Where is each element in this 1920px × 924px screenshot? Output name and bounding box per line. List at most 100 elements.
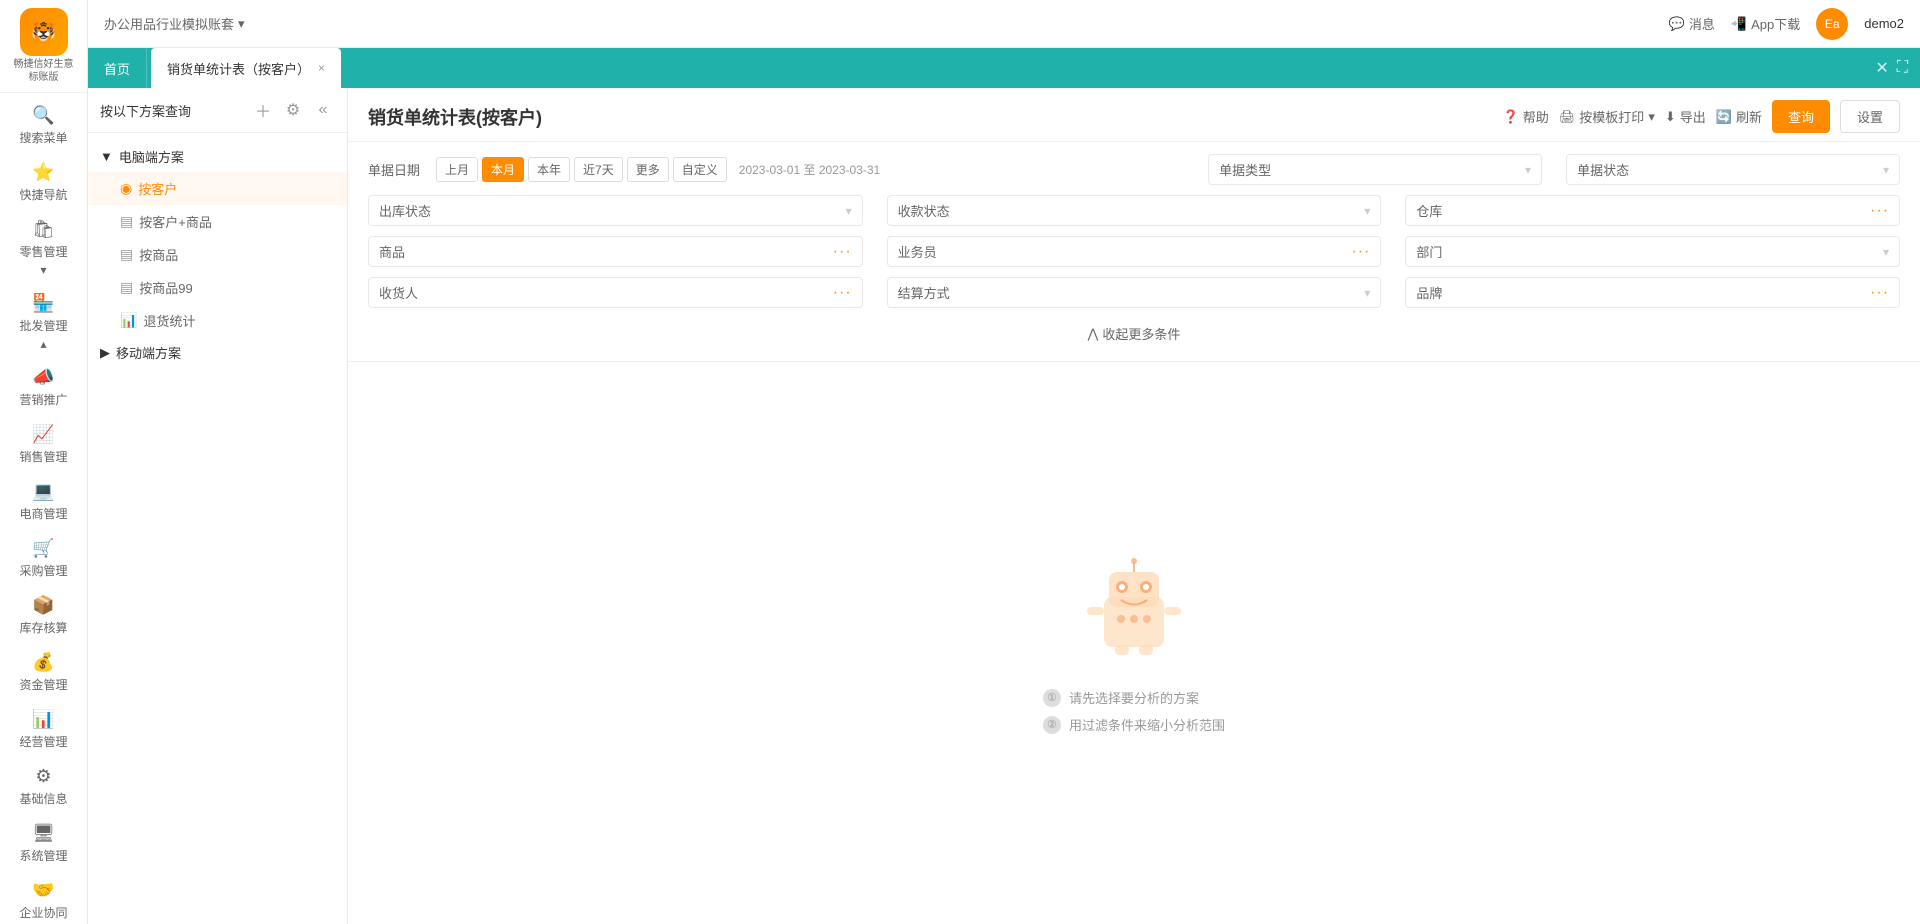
dept-filter[interactable]: 部门 ▾ (1405, 236, 1900, 267)
tree-item-by-goods-99[interactable]: ▤ 按商品99 (88, 271, 347, 304)
refresh-label: 刷新 (1736, 107, 1762, 126)
collapse-panel-button[interactable]: « (311, 98, 335, 122)
finance-icon: 💰 (32, 652, 54, 673)
tree-item-by-customer-goods[interactable]: ▤ 按客户+商品 (88, 205, 347, 238)
sidebar-item-inventory-label: 库存核算 (19, 619, 67, 636)
search-icon: 🔍 (32, 105, 54, 126)
refresh-button[interactable]: 🔄 刷新 (1716, 100, 1762, 133)
left-panel-actions: ＋ ⚙ « (251, 98, 335, 122)
tree-item-return[interactable]: 📊 退货统计 (88, 304, 347, 337)
sidebar-item-quick[interactable]: ⭐ 快捷导航 (0, 154, 87, 211)
brand-filter[interactable]: 品牌 ··· (1405, 277, 1900, 308)
date-btn-this-year[interactable]: 本年 (528, 157, 570, 182)
consignee-label: 收货人 (379, 283, 418, 302)
export-button[interactable]: ⬇ 导出 (1665, 100, 1706, 133)
corp-icon: 🤝 (32, 880, 54, 901)
date-range-display: 2023-03-01 至 2023-03-31 (739, 161, 880, 178)
tab-active[interactable]: 销货单统计表（按客户） × (151, 48, 341, 88)
settings-button[interactable]: 设置 (1840, 100, 1900, 133)
out-status-filter[interactable]: 出库状态 ▾ (368, 195, 863, 226)
empty-state: ① 请先选择要分析的方案 ② 用过滤条件来缩小分析范围 (348, 362, 1920, 924)
sidebar-item-basic[interactable]: ⚙ 基础信息 (0, 758, 87, 815)
logo-subtext: 标账版 (29, 71, 59, 84)
left-panel-title: 按以下方案查询 (100, 101, 245, 120)
date-btn-more[interactable]: 更多 (627, 157, 669, 182)
sidebar-item-finance-label: 资金管理 (19, 676, 67, 693)
doc-status-filter[interactable]: 单据状态 ▾ (1566, 154, 1900, 185)
query-button[interactable]: 查询 (1772, 100, 1830, 133)
by-customer-icon: ◉ (120, 180, 132, 197)
industry-select[interactable]: 办公用品行业模拟账套 ▾ (104, 14, 245, 33)
doc-status-label: 单据状态 (1577, 160, 1629, 179)
template-print-button[interactable]: 🖨 按模板打印 ▾ (1559, 100, 1655, 133)
doc-type-filter[interactable]: 单据类型 ▾ (1208, 154, 1542, 185)
message-button[interactable]: 💬 消息 (1669, 14, 1715, 33)
edit-plan-button[interactable]: ⚙ (281, 98, 305, 122)
tab-home[interactable]: 首页 (88, 48, 147, 88)
sidebar-item-ecommerce-label: 电商管理 (19, 505, 67, 522)
date-btn-last-month[interactable]: 上月 (436, 157, 478, 182)
dept-label: 部门 (1416, 242, 1442, 261)
sidebar-item-marketing[interactable]: 📣 营销推广 (0, 359, 87, 416)
sidebar-item-basic-label: 基础信息 (19, 790, 67, 807)
tab-close-button[interactable]: × (318, 61, 325, 75)
tree-item-by-customer[interactable]: ◉ 按客户 (88, 172, 347, 205)
settlement-filter[interactable]: 结算方式 ▾ (887, 277, 1382, 308)
date-btn-7days[interactable]: 近7天 (574, 157, 623, 182)
minimize-button[interactable]: ✕ (1875, 58, 1888, 78)
collapse-up-icon: ⋀ (1088, 326, 1099, 342)
logo-area[interactable]: 🐯 畅捷信好生意 标账版 (0, 0, 87, 93)
sidebar-item-business-label: 经营管理 (19, 733, 67, 750)
warehouse-label: 仓库 (1416, 201, 1442, 220)
warehouse-dots[interactable]: ··· (1870, 202, 1889, 220)
app-download-button[interactable]: 📲 App下载 (1731, 14, 1800, 33)
industry-label: 办公用品行业模拟账套 (104, 14, 234, 33)
warehouse-filter[interactable]: 仓库 ··· (1405, 195, 1900, 226)
mobile-group-header[interactable]: ▶ 移动端方案 (88, 337, 347, 368)
sidebar-item-ecommerce[interactable]: 💻 电商管理 (0, 473, 87, 530)
add-plan-button[interactable]: ＋ (251, 98, 275, 122)
industry-arrow-icon: ▾ (238, 16, 245, 32)
empty-hint-1: ① 请先选择要分析的方案 (1043, 688, 1225, 707)
goods-filter[interactable]: 商品 ··· (368, 236, 863, 267)
consignee-dots[interactable]: ··· (833, 284, 852, 302)
tree-item-by-customer-label: 按客户 (138, 179, 177, 198)
user-avatar[interactable]: Ea (1816, 8, 1848, 40)
consignee-filter[interactable]: 收货人 ··· (368, 277, 863, 308)
receive-status-filter[interactable]: 收款状态 ▾ (887, 195, 1382, 226)
help-icon: ❓ (1503, 109, 1519, 125)
sidebar-item-inventory[interactable]: 📦 库存核算 (0, 587, 87, 644)
sidebar-menu: 🔍 搜索菜单 ⭐ 快捷导航 🛍 零售管理 ▾ 🏪 批发管理 ▴ 📣 营销推广 (0, 93, 87, 924)
sidebar-item-retail[interactable]: 🛍 零售管理 ▾ (0, 211, 87, 285)
sidebar-item-system[interactable]: 🖥 系统管理 (0, 815, 87, 872)
date-filter-label: 单据日期 (368, 160, 428, 179)
system-icon: 🖥 (32, 823, 55, 844)
salesman-dots[interactable]: ··· (1351, 243, 1370, 261)
salesman-filter[interactable]: 业务员 ··· (887, 236, 1382, 267)
sidebar-item-quick-label: 快捷导航 (19, 186, 67, 203)
goods-dots[interactable]: ··· (833, 243, 852, 261)
sidebar-item-purchase[interactable]: 🛒 采购管理 (0, 530, 87, 587)
pc-group-header[interactable]: ▼ 电脑端方案 (88, 141, 347, 172)
date-btn-this-month[interactable]: 本月 (482, 157, 524, 182)
sidebar-item-business[interactable]: 📊 经营管理 (0, 701, 87, 758)
business-icon: 📊 (32, 709, 54, 730)
sidebar-item-wholesale[interactable]: 🏪 批发管理 ▴ (0, 285, 87, 359)
sidebar-item-sales[interactable]: 📈 销售管理 (0, 416, 87, 473)
brand-dots[interactable]: ··· (1870, 284, 1889, 302)
out-status-label: 出库状态 (379, 201, 431, 220)
date-btn-custom[interactable]: 自定义 (673, 157, 727, 182)
user-name: demo2 (1864, 16, 1904, 31)
maximize-button[interactable]: ⛶ (1897, 59, 1908, 77)
sidebar-item-search[interactable]: 🔍 搜索菜单 (0, 97, 87, 154)
sidebar-item-finance[interactable]: 💰 资金管理 (0, 644, 87, 701)
tree-item-by-goods[interactable]: ▤ 按商品 (88, 238, 347, 271)
filter-area: 单据日期 上月 本月 本年 近7天 更多 自定义 2023-03-01 至 20… (348, 142, 1920, 362)
sidebar-item-corp[interactable]: 🤝 企业协同 (0, 872, 87, 924)
app-icon: 📲 (1731, 16, 1747, 32)
collapse-button[interactable]: ⋀ 收起更多条件 (1072, 318, 1197, 349)
top-header: 办公用品行业模拟账套 ▾ 💬 消息 📲 App下载 Ea demo2 (88, 0, 1920, 48)
sidebar-item-system-label: 系统管理 (19, 847, 67, 864)
tab-active-label: 销货单统计表（按客户） (167, 59, 310, 78)
help-button[interactable]: ❓ 帮助 (1503, 100, 1549, 133)
